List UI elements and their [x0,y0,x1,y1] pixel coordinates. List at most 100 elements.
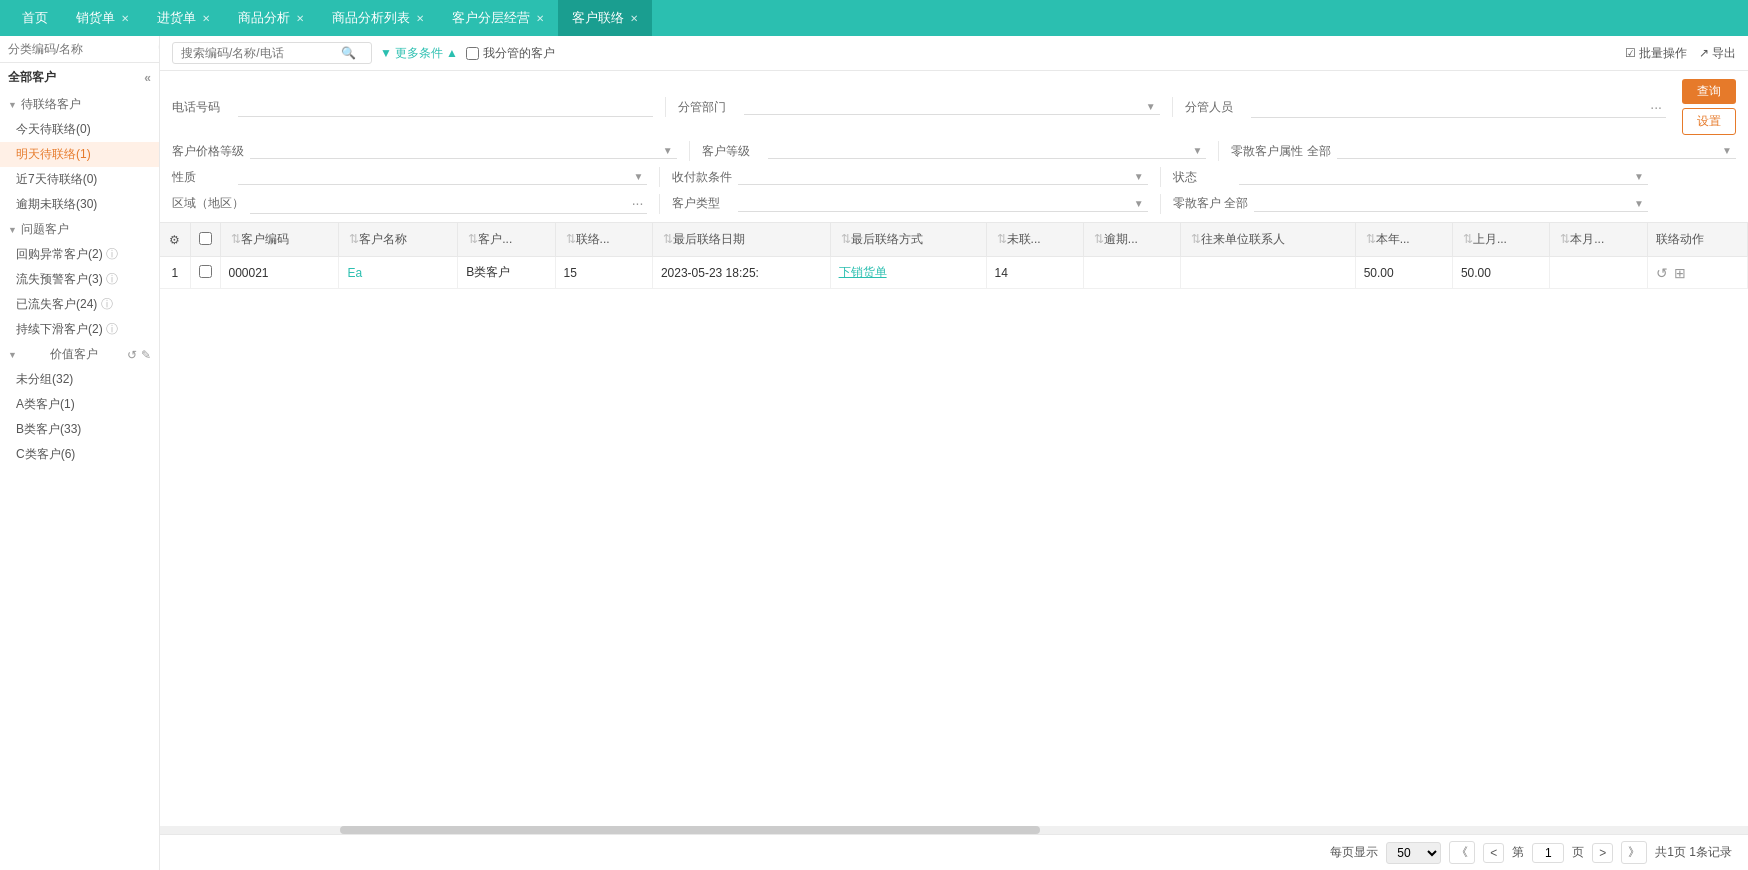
scrollbar-thumb[interactable] [340,826,1040,834]
td-seq: 1 [160,257,190,289]
filter-retail-select[interactable]: ▼ [1254,196,1648,212]
ellipsis-icon[interactable]: ··· [632,195,644,211]
nav-sales-order[interactable]: 销货单 ✕ [62,0,143,36]
sidebar-item-b-class[interactable]: B类客户(33) [0,417,159,442]
per-page-select[interactable]: 50 100 200 [1386,842,1441,864]
nav-purchase-order[interactable]: 进货单 ✕ [143,0,224,36]
filter-more-btn[interactable]: ▼ 更多条件 ▲ [380,45,458,62]
chevron-down-icon: ▼ [1192,145,1202,156]
th-this-month: ⇅本月... [1550,223,1647,257]
filter-price-grade: 客户价格等级 ▼ [172,143,677,160]
th-gear[interactable]: ⚙ [160,223,190,257]
sidebar-item-declining[interactable]: 持续下滑客户(2) ⓘ [0,317,159,342]
nav-customer-tier[interactable]: 客户分层经营 ✕ [438,0,558,36]
query-button[interactable]: 查询 [1682,79,1736,104]
grid-action-icon[interactable]: ⊞ [1674,265,1686,281]
last-page-btn[interactable]: 》 [1621,841,1647,864]
td-action[interactable]: ↺ ⊞ [1647,257,1747,289]
refresh-action-icon[interactable]: ↺ [1656,265,1668,281]
my-customers-checkbox[interactable]: 我分管的客户 [466,45,555,62]
filter-dept: 分管部门 ▼ [678,99,1159,116]
page-input[interactable] [1532,843,1564,863]
search-wrap: 🔍 [172,42,372,64]
filter-payment-select[interactable]: ▼ [738,169,1147,185]
ellipsis-icon[interactable]: ··· [1650,99,1662,115]
close-icon[interactable]: ✕ [296,13,304,24]
filter-nature: 性质 ▼ [172,169,647,186]
select-all-checkbox[interactable] [199,232,212,245]
filter-row-4: 区域（地区） ··· 客户类型 ▼ 零散客户 全部 [172,193,1736,214]
td-check[interactable] [190,257,220,289]
sidebar-item-lost-warning[interactable]: 流失预警客户(3) ⓘ [0,267,159,292]
close-icon[interactable]: ✕ [202,13,210,24]
nav-product-analysis-list[interactable]: 商品分析列表 ✕ [318,0,438,36]
search-input[interactable] [181,46,341,60]
first-page-btn[interactable]: 《 [1449,841,1475,864]
chevron-down-icon: ▼ [1634,171,1644,182]
sidebar-item-today[interactable]: 今天待联络(0) [0,117,159,142]
chevron-down-icon: ▼ [633,171,643,182]
filter-nature-label: 性质 [172,169,232,186]
nav-product-analysis[interactable]: 商品分析 ✕ [224,0,318,36]
close-icon[interactable]: ✕ [536,13,544,24]
sidebar-search-input[interactable] [8,42,158,56]
info-icon: ⓘ [106,247,118,261]
td-this-year: 50.00 [1355,257,1452,289]
sidebar-item-tomorrow[interactable]: 明天待联络(1) [0,142,159,167]
prev-page-btn[interactable]: < [1483,843,1504,863]
filter-phone: 电话号码 [172,98,653,117]
filter-retail-attr-select[interactable]: ▼ [1337,143,1736,159]
filter-status-select[interactable]: ▼ [1239,169,1648,185]
filter-customer-grade-select[interactable]: ▼ [768,143,1207,159]
collapse-icon[interactable]: « [144,71,151,85]
sidebar-item-ungroup[interactable]: 未分组(32) [0,367,159,392]
filter-nature-select[interactable]: ▼ [238,169,647,185]
close-icon[interactable]: ✕ [121,13,129,24]
edit-icon[interactable]: ✎ [141,348,151,362]
th-name: ⇅客户名称 [339,223,458,257]
th-checkbox[interactable] [190,223,220,257]
settings-button[interactable]: 设置 [1682,108,1736,135]
filter-region-select[interactable]: ··· [250,193,647,214]
filter-icon: ▼ [380,46,392,60]
filter-manager: 分管人员 ··· [1185,97,1666,118]
export-icon: ↗ [1699,46,1709,60]
filter-dept-label: 分管部门 [678,99,738,116]
sidebar-item-7days[interactable]: 近7天待联络(0) [0,167,159,192]
filter-manager-select[interactable]: ··· [1251,97,1666,118]
batch-operation-btn[interactable]: ☑ 批量操作 [1625,45,1687,62]
filter-customer-type-select[interactable]: ▼ [738,196,1147,212]
filter-dept-select[interactable]: ▼ [744,99,1159,115]
td-name[interactable]: Ea [339,257,458,289]
filter-row-1: 电话号码 分管部门 ▼ 分管人员 ··· [172,79,1736,135]
sidebar-item-c-class[interactable]: C类客户(6) [0,442,159,467]
sidebar-item-a-class[interactable]: A类客户(1) [0,392,159,417]
horizontal-scrollbar[interactable] [160,826,1748,834]
sidebar-item-lost[interactable]: 已流失客户(24) ⓘ [0,292,159,317]
refresh-icon[interactable]: ↺ [127,348,137,362]
td-last-method[interactable]: 下销货单 [830,257,986,289]
my-customers-check[interactable] [466,47,479,60]
row-checkbox[interactable] [199,265,212,278]
close-icon[interactable]: ✕ [416,13,424,24]
filter-phone-input[interactable] [238,98,653,117]
filter-status-label: 状态 [1173,169,1233,186]
customer-table: ⚙ ⇅客户编码 ⇅客户名称 ⇅客户... ⇅联络... ⇅最后联络日期 ⇅最后联… [160,223,1748,289]
sidebar-all-customers[interactable]: 全部客户 « [0,63,159,92]
sidebar-item-overdue[interactable]: 逾期未联络(30) [0,192,159,217]
search-icon[interactable]: 🔍 [341,46,356,60]
filter-retail-attr-label: 零散客户属性 全部 [1231,143,1330,160]
chevron-down-icon: ▼ [1146,101,1156,112]
filter-price-grade-select[interactable]: ▼ [250,143,677,159]
chevron-down-icon: ▼ [1634,198,1644,209]
td-code: 000021 [220,257,339,289]
per-page-label: 每页显示 [1330,844,1378,861]
next-page-btn[interactable]: > [1592,843,1613,863]
export-btn[interactable]: ↗ 导出 [1699,45,1736,62]
sidebar-item-repurchase-abnormal[interactable]: 回购异常客户(2) ⓘ [0,242,159,267]
nav-home[interactable]: 首页 [8,0,62,36]
close-icon[interactable]: ✕ [630,13,638,24]
filter-customer-type: 客户类型 ▼ [672,195,1147,212]
filter-customer-grade-label: 客户等级 [702,143,762,160]
nav-customer-contact[interactable]: 客户联络 ✕ [558,0,652,36]
